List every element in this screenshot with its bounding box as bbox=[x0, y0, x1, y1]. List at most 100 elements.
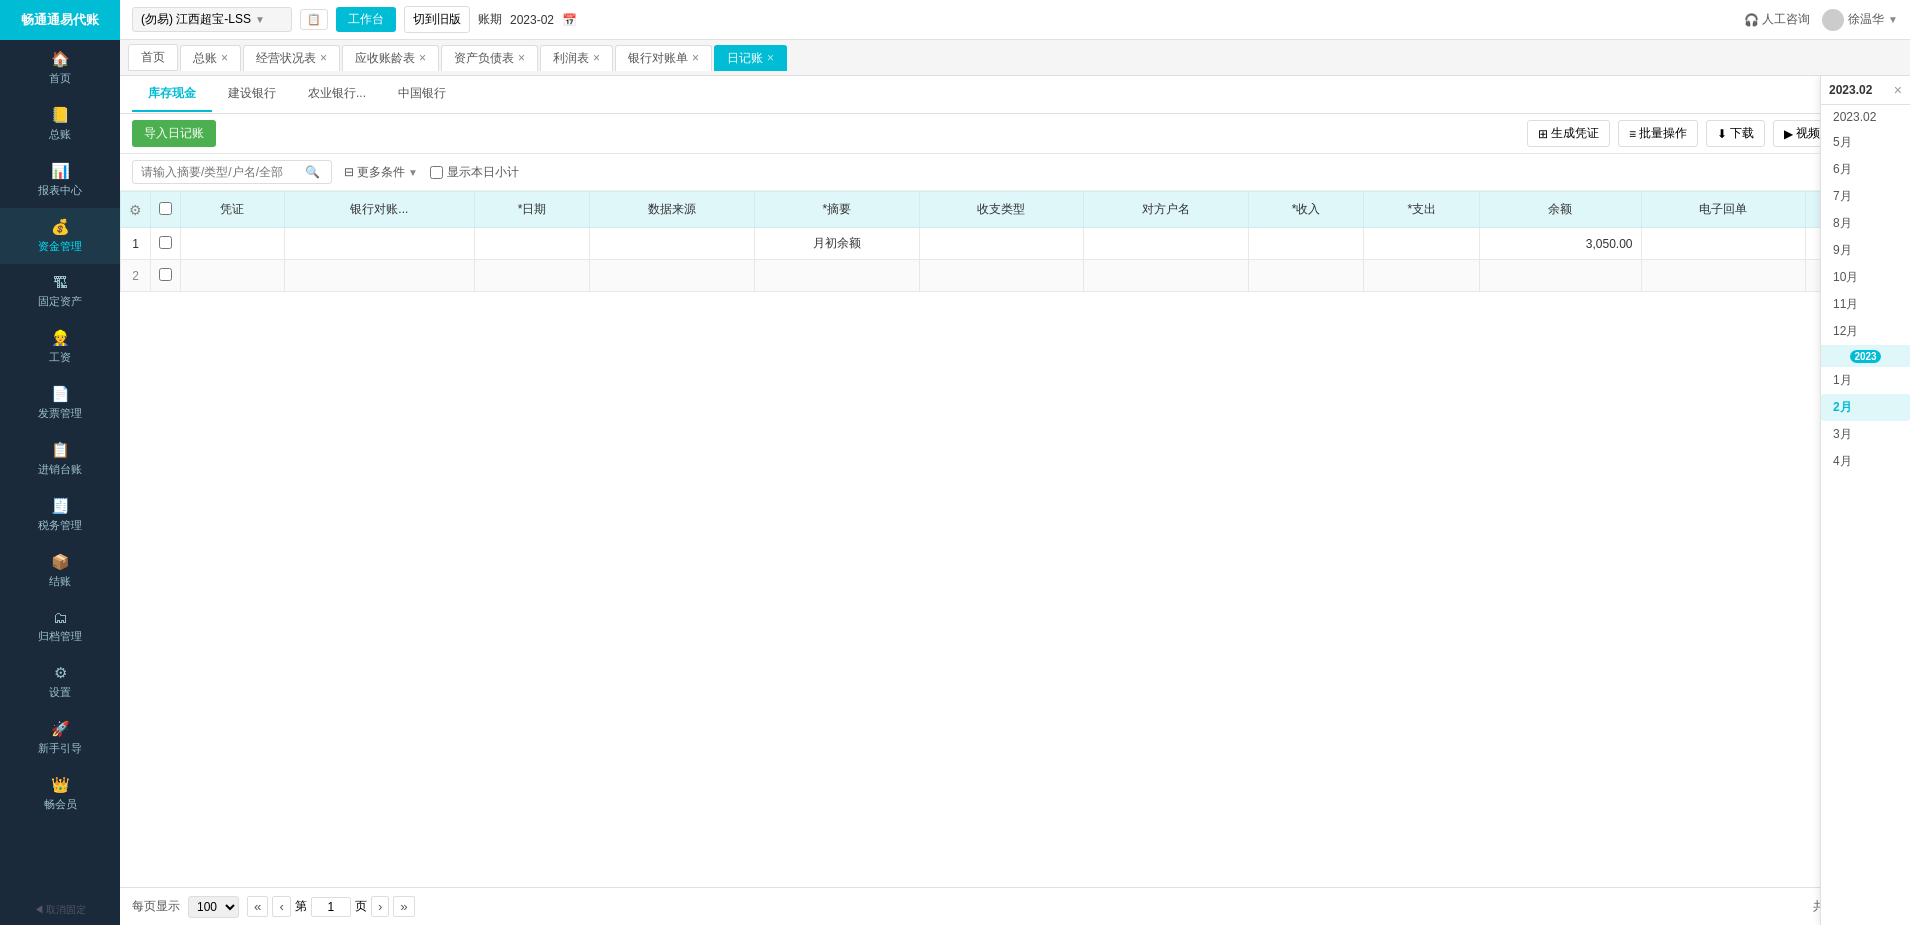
sub-tab-abc[interactable]: 农业银行... bbox=[292, 77, 382, 112]
sidebar-item-close[interactable]: 📦 结账 bbox=[0, 543, 120, 599]
sidebar-collapse-btn[interactable]: ◀ 取消固定 bbox=[0, 895, 120, 925]
download-button[interactable]: ⬇ 下载 bbox=[1706, 120, 1765, 147]
date-item-8[interactable]: 8月 bbox=[1821, 210, 1910, 237]
sidebar: 畅通通易代账 🏠 首页 📒 总账 📊 报表中心 💰 资金管理 🏗 固定资产 👷 … bbox=[0, 0, 120, 925]
close-icon[interactable]: × bbox=[593, 51, 600, 65]
tab-journal[interactable]: 日记账 × bbox=[714, 45, 787, 71]
app-logo: 畅通通易代账 bbox=[0, 0, 120, 40]
batch-icon: ≡ bbox=[1629, 127, 1636, 141]
date-item-feb[interactable]: 2月 bbox=[1821, 394, 1910, 421]
sidebar-item-salary[interactable]: 👷 工资 bbox=[0, 319, 120, 375]
date-item-11[interactable]: 11月 bbox=[1821, 291, 1910, 318]
cell-summary-1: 月初余额 bbox=[755, 228, 920, 260]
row-checkbox-1[interactable] bbox=[151, 228, 181, 260]
tab-balance-sheet[interactable]: 资产负债表 × bbox=[441, 45, 538, 71]
ledger-icon: 📒 bbox=[51, 106, 70, 124]
sidebar-item-archive[interactable]: 🗂 归档管理 bbox=[0, 599, 120, 654]
col-date: *日期 bbox=[474, 192, 590, 228]
close-icon[interactable]: × bbox=[767, 51, 774, 65]
col-checkbox[interactable] bbox=[151, 192, 181, 228]
help-btn[interactable]: 🎧 人工咨询 bbox=[1744, 11, 1810, 28]
calendar-icon[interactable]: 📅 bbox=[562, 13, 577, 27]
col-expense: *支出 bbox=[1364, 192, 1480, 228]
date-item-mar[interactable]: 3月 bbox=[1821, 421, 1910, 448]
prev-page-button[interactable]: ‹ bbox=[272, 896, 290, 917]
row-select-checkbox[interactable] bbox=[159, 268, 172, 281]
sidebar-item-invoice[interactable]: 📄 发票管理 bbox=[0, 375, 120, 431]
first-page-button[interactable]: « bbox=[247, 896, 268, 917]
username: 徐温华 bbox=[1848, 11, 1884, 28]
sidebar-item-settings[interactable]: ⚙ 设置 bbox=[0, 654, 120, 710]
cell-e-receipt-1 bbox=[1641, 228, 1806, 260]
close-icon[interactable]: × bbox=[692, 51, 699, 65]
import-journal-button[interactable]: 导入日记账 bbox=[132, 120, 216, 147]
reports-icon: 📊 bbox=[51, 162, 70, 180]
download-icon: ⬇ bbox=[1717, 127, 1727, 141]
date-item-10[interactable]: 10月 bbox=[1821, 264, 1910, 291]
date-item-2023-02-top[interactable]: 2023.02 bbox=[1821, 105, 1910, 129]
table-wrap: ⚙ 凭证 银行对账... *日期 数据来源 *摘要 收支类型 对方户名 *收入 … bbox=[120, 191, 1910, 887]
date-item-6[interactable]: 6月 bbox=[1821, 156, 1910, 183]
last-page-button[interactable]: » bbox=[393, 896, 414, 917]
tab-bank-statement[interactable]: 银行对账单 × bbox=[615, 45, 712, 71]
tab-business-status[interactable]: 经营状况表 × bbox=[243, 45, 340, 71]
chevron-down-icon: ▼ bbox=[408, 167, 418, 178]
per-page-select[interactable]: 100 50 200 bbox=[188, 896, 239, 918]
date-year-2023: 2023 bbox=[1821, 345, 1910, 367]
back-button[interactable]: 切到旧版 bbox=[404, 6, 470, 33]
tab-home[interactable]: 首页 bbox=[128, 44, 178, 71]
date-panel-close-button[interactable]: × bbox=[1894, 82, 1902, 98]
page-number-input[interactable] bbox=[311, 897, 351, 917]
sub-tab-boc[interactable]: 中国银行 bbox=[382, 77, 462, 112]
row-select-checkbox[interactable] bbox=[159, 236, 172, 249]
sidebar-item-assets[interactable]: 🏗 固定资产 bbox=[0, 264, 120, 319]
cell-date-2 bbox=[474, 260, 590, 292]
sidebar-item-purchase-sales[interactable]: 📋 进销台账 bbox=[0, 431, 120, 487]
sidebar-item-ledger[interactable]: 📒 总账 bbox=[0, 96, 120, 152]
col-settings[interactable]: ⚙ bbox=[121, 192, 151, 228]
sub-tab-ccb[interactable]: 建设银行 bbox=[212, 77, 292, 112]
search-icon[interactable]: 🔍 bbox=[305, 165, 320, 179]
sidebar-item-guide[interactable]: 🚀 新手引导 bbox=[0, 710, 120, 766]
workbench-button[interactable]: 工作台 bbox=[336, 7, 396, 32]
sub-tab-cash[interactable]: 库存现金 bbox=[132, 77, 212, 112]
date-item-7[interactable]: 7月 bbox=[1821, 183, 1910, 210]
date-item-jan[interactable]: 1月 bbox=[1821, 367, 1910, 394]
date-item-apr[interactable]: 4月 bbox=[1821, 448, 1910, 475]
generate-voucher-button[interactable]: ⊞ 生成凭证 bbox=[1527, 120, 1610, 147]
chevron-down-icon: ▼ bbox=[255, 14, 265, 25]
gear-button[interactable]: ⚙ bbox=[129, 202, 142, 218]
close-icon[interactable]: × bbox=[320, 51, 327, 65]
next-page-button[interactable]: › bbox=[371, 896, 389, 917]
batch-operation-button[interactable]: ≡ 批量操作 bbox=[1618, 120, 1698, 147]
close-icon[interactable]: × bbox=[518, 51, 525, 65]
headset-icon: 🎧 bbox=[1744, 13, 1759, 27]
date-item-5[interactable]: 5月 bbox=[1821, 129, 1910, 156]
sidebar-item-reports[interactable]: 📊 报表中心 bbox=[0, 152, 120, 208]
table-row: 1 月初余额 3,050.00 bbox=[121, 228, 1910, 260]
close-icon[interactable]: × bbox=[221, 51, 228, 65]
sidebar-item-funds[interactable]: 💰 资金管理 bbox=[0, 208, 120, 264]
tab-receivables-aging[interactable]: 应收账龄表 × bbox=[342, 45, 439, 71]
main-area: (勿易) 江西超宝-LSS ▼ 📋 工作台 切到旧版 账期 2023-02 📅 … bbox=[120, 0, 1910, 925]
show-daily-checkbox-label[interactable]: 显示本日小计 bbox=[430, 164, 519, 181]
sidebar-item-home[interactable]: 🏠 首页 bbox=[0, 40, 120, 96]
date-panel-header: 2023.02 × bbox=[1821, 76, 1910, 105]
tab-general-ledger[interactable]: 总账 × bbox=[180, 45, 241, 71]
close-icon[interactable]: × bbox=[419, 51, 426, 65]
tab-profit-loss[interactable]: 利润表 × bbox=[540, 45, 613, 71]
pagination-bar: 每页显示 100 50 200 « ‹ 第 页 › » 共0页，0条记录 bbox=[120, 887, 1910, 925]
date-item-9[interactable]: 9月 bbox=[1821, 237, 1910, 264]
row-checkbox-2[interactable] bbox=[151, 260, 181, 292]
more-filter-btn[interactable]: ⊟ 更多条件 ▼ bbox=[344, 164, 418, 181]
sub-tab-bar: 库存现金 建设银行 农业银行... 中国银行 bbox=[120, 76, 1910, 114]
company-selector[interactable]: (勿易) 江西超宝-LSS ▼ bbox=[132, 7, 292, 32]
user-info[interactable]: 徐温华 ▼ bbox=[1822, 9, 1898, 31]
show-daily-checkbox[interactable] bbox=[430, 166, 443, 179]
search-input[interactable] bbox=[141, 165, 301, 179]
date-item-12[interactable]: 12月 bbox=[1821, 318, 1910, 345]
sidebar-item-vip[interactable]: 👑 畅会员 bbox=[0, 766, 120, 822]
sidebar-item-tax[interactable]: 🧾 税务管理 bbox=[0, 487, 120, 543]
copy-button[interactable]: 📋 bbox=[300, 9, 328, 30]
select-all-checkbox[interactable] bbox=[159, 202, 172, 215]
